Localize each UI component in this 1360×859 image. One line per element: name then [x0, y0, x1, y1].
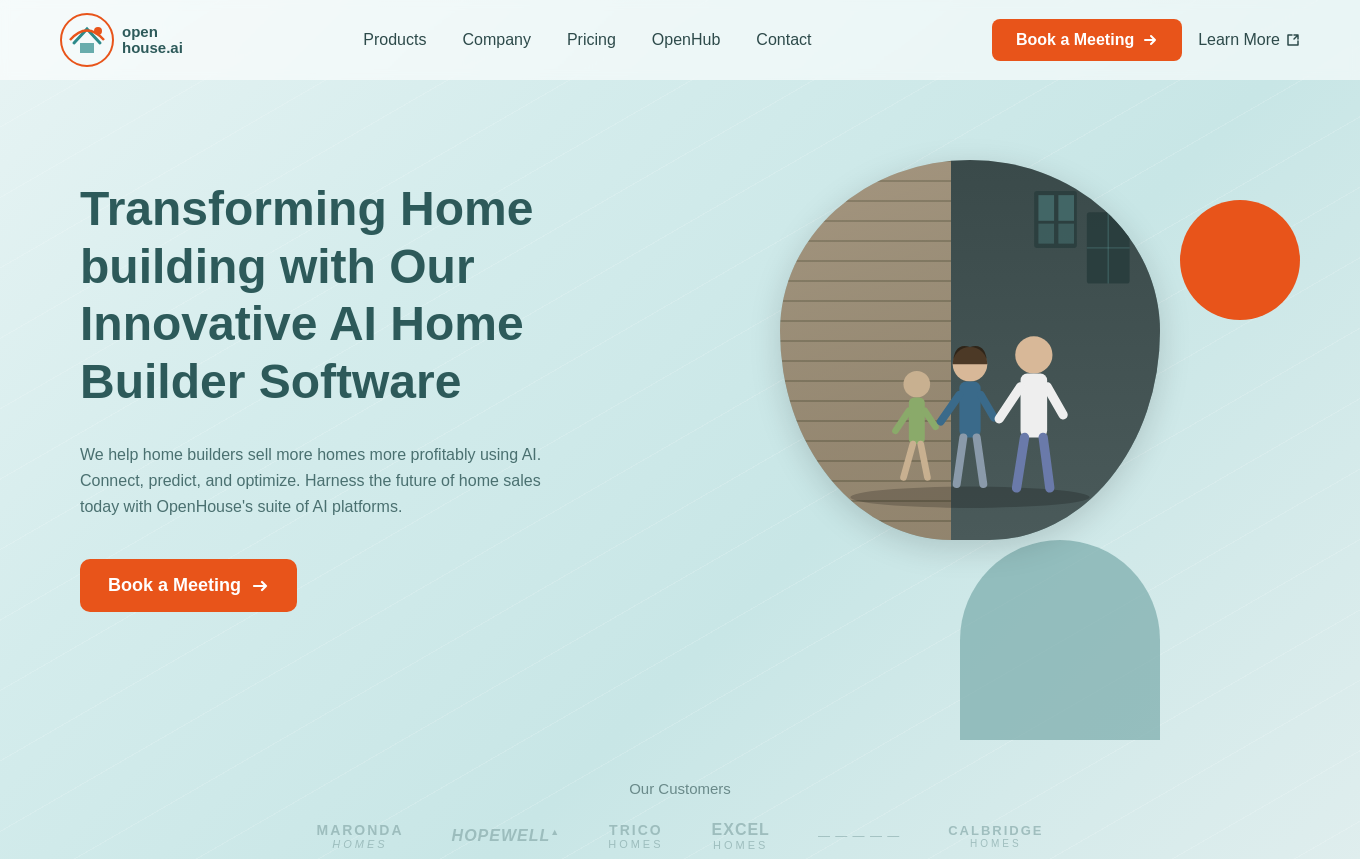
nav-item-pricing[interactable]: Pricing — [567, 31, 616, 49]
svg-point-16 — [1015, 336, 1052, 373]
nav-item-contact[interactable]: Contact — [756, 31, 811, 49]
unknown-line1: — — — — — — [818, 829, 900, 843]
nav-item-openhub[interactable]: OpenHub — [652, 31, 721, 49]
excel-line2: HOMES — [713, 839, 768, 851]
hero-cta-label: Book a Meeting — [108, 575, 241, 596]
external-link-icon — [1286, 33, 1300, 47]
svg-rect-11 — [959, 382, 980, 438]
svg-point-4 — [904, 371, 931, 398]
hero-section: Transforming Home building with Our Inno… — [0, 80, 1360, 760]
customer-logo-hopewell: Hopewell▲ — [452, 827, 561, 845]
orange-circle-decoration — [1180, 200, 1300, 320]
customers-logos-row: MARONDA Homes Hopewell▲ TRICO Homes EXCE… — [60, 821, 1300, 851]
arrow-right-icon — [1142, 32, 1158, 48]
svg-line-15 — [977, 437, 984, 484]
logo-text-house: house.ai — [122, 40, 183, 57]
svg-rect-25 — [1038, 224, 1054, 244]
hero-book-meeting-button[interactable]: Book a Meeting — [80, 559, 297, 612]
svg-line-19 — [1047, 387, 1063, 415]
customer-logo-maronda: MARONDA Homes — [316, 822, 403, 850]
calbridge-line2: HOMES — [970, 838, 1022, 849]
nav-links: Products Company Pricing OpenHub Contact — [363, 31, 811, 49]
navbar: open house.ai Products Company Pricing O… — [0, 0, 1360, 80]
svg-line-14 — [957, 437, 964, 484]
nav-learn-more-button[interactable]: Learn More — [1198, 31, 1300, 49]
svg-line-20 — [1017, 437, 1025, 488]
nav-link-openhub[interactable]: OpenHub — [652, 31, 721, 48]
svg-point-2 — [94, 27, 102, 35]
nav-learn-more-label: Learn More — [1198, 31, 1280, 49]
teal-arch-decoration — [960, 540, 1160, 740]
svg-line-13 — [981, 395, 994, 418]
logo-text-open: open — [122, 24, 183, 41]
svg-line-21 — [1043, 437, 1050, 488]
svg-point-0 — [61, 14, 113, 66]
svg-line-18 — [999, 387, 1020, 419]
hero-subtitle: We help home builders sell more homes mo… — [80, 442, 580, 519]
nav-book-meeting-button[interactable]: Book a Meeting — [992, 19, 1182, 61]
nav-item-company[interactable]: Company — [462, 31, 530, 49]
customer-logo-unknown: — — — — — — [818, 829, 900, 843]
svg-line-9 — [921, 444, 928, 477]
hero-visual — [760, 160, 1280, 720]
hero-arrow-right-icon — [251, 577, 269, 595]
nav-link-company[interactable]: Company — [462, 31, 530, 48]
svg-line-6 — [896, 411, 909, 431]
svg-rect-1 — [80, 43, 94, 53]
hero-photo-card — [780, 160, 1160, 540]
maronda-line2: Homes — [332, 838, 387, 850]
building-details — [1027, 179, 1141, 331]
svg-line-12 — [941, 395, 960, 422]
customers-section: Our Customers MARONDA Homes Hopewell▲ TR… — [0, 760, 1360, 859]
customer-logo-trico: TRICO Homes — [608, 822, 663, 850]
customers-label: Our Customers — [60, 780, 1300, 797]
svg-rect-23 — [1038, 195, 1054, 221]
svg-line-7 — [925, 411, 936, 427]
customer-logo-calbridge: CALBRIDGE HOMES — [948, 823, 1043, 849]
customer-logo-excel: EXCEL HOMES — [712, 821, 770, 851]
nav-item-products[interactable]: Products — [363, 31, 426, 49]
calbridge-line1: CALBRIDGE — [948, 823, 1043, 838]
logo[interactable]: open house.ai — [60, 13, 183, 67]
svg-rect-17 — [1021, 374, 1048, 438]
nav-link-contact[interactable]: Contact — [756, 31, 811, 48]
logo-icon — [60, 13, 114, 67]
hero-title: Transforming Home building with Our Inno… — [80, 180, 620, 410]
hero-photo-inner — [780, 160, 1160, 540]
trico-line1: TRICO — [609, 822, 663, 838]
excel-line1: EXCEL — [712, 821, 770, 839]
maronda-line1: MARONDA — [316, 822, 403, 838]
svg-line-8 — [904, 444, 913, 477]
svg-rect-5 — [909, 398, 925, 445]
hopewell-line1: Hopewell▲ — [452, 827, 561, 845]
svg-rect-24 — [1058, 195, 1074, 221]
nav-link-pricing[interactable]: Pricing — [567, 31, 616, 48]
nav-actions: Book a Meeting Learn More — [992, 19, 1300, 61]
svg-rect-26 — [1058, 224, 1074, 244]
nav-link-products[interactable]: Products — [363, 31, 426, 48]
trico-line2: Homes — [608, 838, 663, 850]
nav-book-meeting-label: Book a Meeting — [1016, 31, 1134, 49]
hero-content: Transforming Home building with Our Inno… — [80, 160, 620, 612]
